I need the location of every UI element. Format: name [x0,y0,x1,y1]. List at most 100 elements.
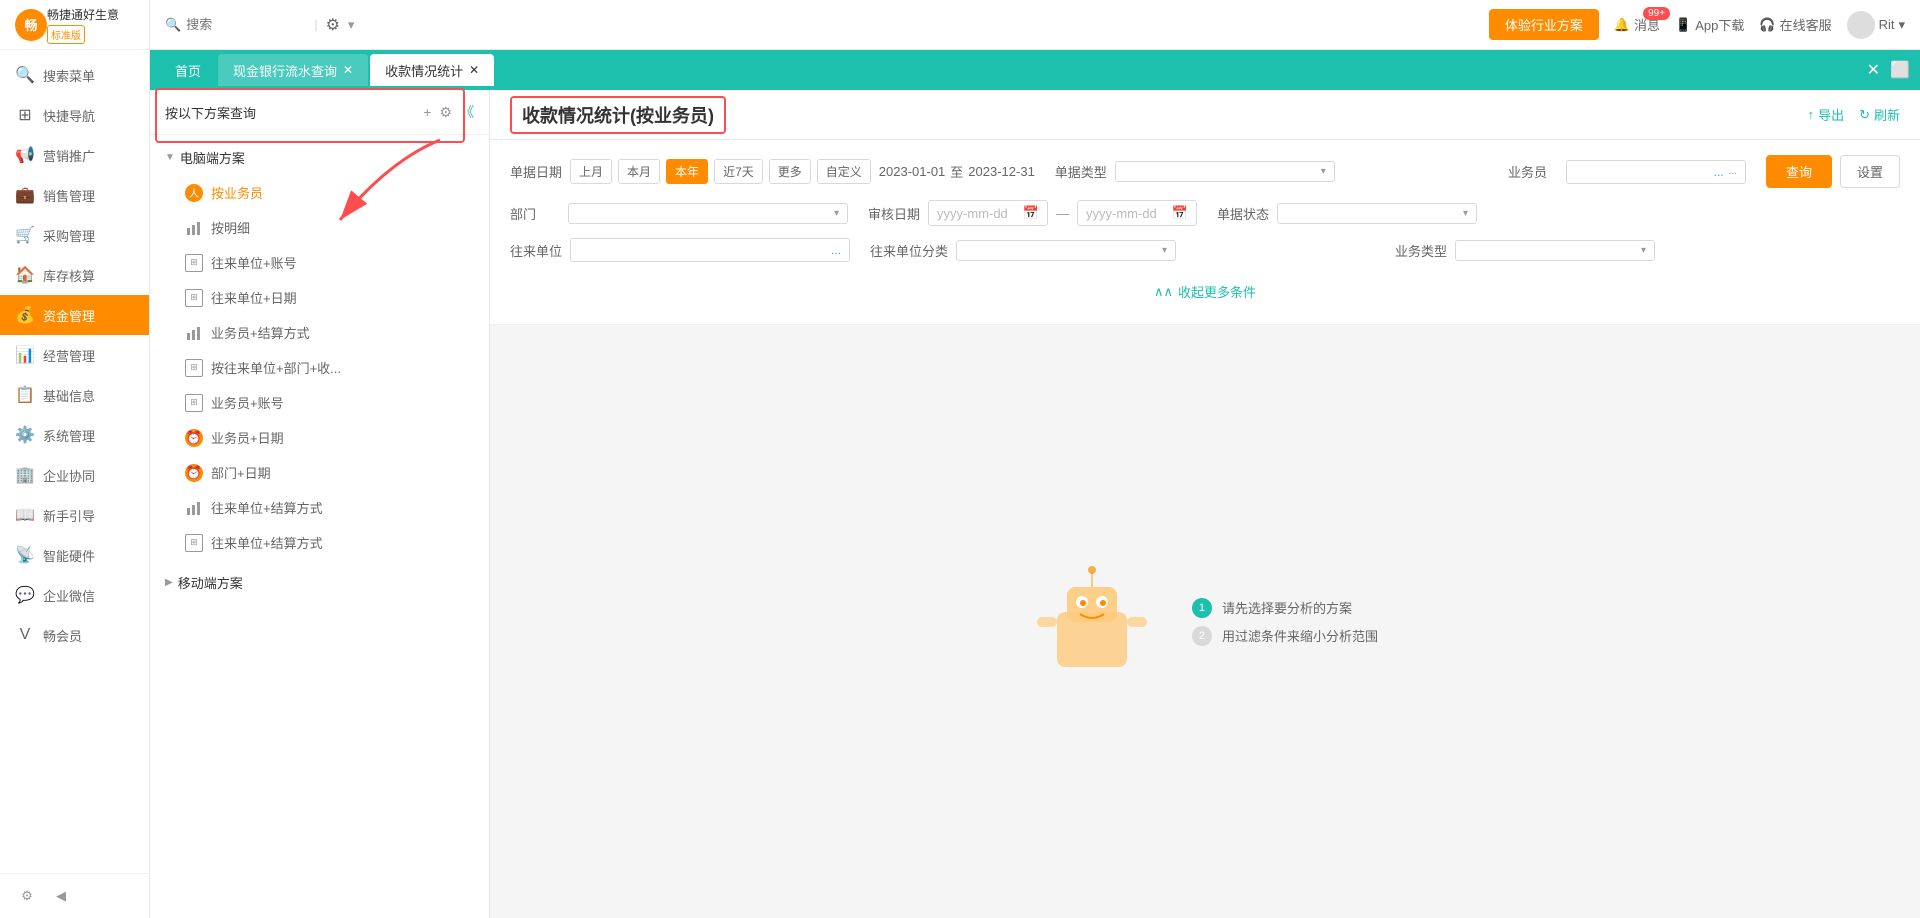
export-btn[interactable]: ↑ 导出 [1808,105,1845,124]
dept-dropdown[interactable]: ▾ [568,203,848,224]
date-btn-custom[interactable]: 自定义 [817,159,871,184]
topbar-gear-icon[interactable]: ⚙ [326,15,340,35]
sidebar-item-inventory[interactable]: 🏠 库存核算 [0,255,149,295]
biz-type-filter: 业务类型 ▾ [1395,240,1900,261]
scheme-item-salesman-date[interactable]: ⏰ 业务员+日期 [150,420,489,455]
scheme-item-unit-date[interactable]: ⊞ 往来单位+日期 [150,280,489,315]
mobile-scheme-group[interactable]: ▶ 移动端方案 [165,573,474,592]
sidebar-item-marketing[interactable]: 📢 营销推广 [0,135,149,175]
date-btn-this-year[interactable]: 本年 [666,159,708,184]
scheme-item-salesman-account[interactable]: ⊞ 业务员+账号 [150,385,489,420]
collapse-more-btn[interactable]: ∧∧ 收起更多条件 [510,274,1900,309]
date-btn-more[interactable]: 更多 [769,159,811,184]
add-scheme-btn[interactable]: + [423,104,431,120]
date-range-display: 2023-01-01 至 2023-12-31 [879,162,1035,181]
salesman-dropdown[interactable]: ... ... [1566,160,1746,184]
date-btn-7days[interactable]: 近7天 [714,159,763,184]
app-download-btn[interactable]: 📱 App下载 [1675,15,1744,34]
date-btn-this-month[interactable]: 本月 [618,159,660,184]
doc-type-filter: 单据类型 ▾ [1055,161,1488,182]
avatar [1847,11,1875,39]
scheme-item-unit-settlement1[interactable]: 往来单位+结算方式 [150,490,489,525]
scheme-item-by-detail[interactable]: 按明细 [150,210,489,245]
counterpart-more-btn[interactable]: ... [831,243,841,257]
sidebar-item-operation[interactable]: 📊 经营管理 [0,335,149,375]
counterpart-type-arrow: ▾ [1162,245,1167,256]
pc-group-arrow: ▼ [165,152,175,163]
doc-type-dropdown[interactable]: ▾ [1115,161,1335,182]
vip-icon: V [15,625,35,645]
scheme-item-unit-dept-receipt[interactable]: ⊞ 按往来单位+部门+收... [150,350,489,385]
sidebar-item-finance[interactable]: 💰 资金管理 [0,295,149,335]
scheme-item-dept-date[interactable]: ⏰ 部门+日期 [150,455,489,490]
operation-icon: 📊 [15,345,35,365]
enterprise-icon: 🏢 [15,465,35,485]
pc-scheme-section: ▼ 电脑端方案 人 按业务员 按明细 ⊞ 往来单位+账号 [150,135,489,565]
search-input[interactable] [186,17,306,32]
sidebar-item-search[interactable]: 🔍 搜索菜单 [0,55,149,95]
tab-close-all-icon[interactable]: ✕ [1867,60,1880,80]
scheme-dept-date-icon: ⏰ [185,464,203,482]
tab-home[interactable]: 首页 [160,54,216,86]
hardware-icon: 📡 [15,545,35,565]
empty-illustration [1032,562,1152,682]
tab-bank-flow[interactable]: 现金银行流水查询 ✕ [218,54,368,86]
scheme-settings-btn[interactable]: ⚙ [439,104,452,121]
salesman-more-btn[interactable]: ... [1714,165,1724,179]
sidebar-item-base-info[interactable]: 📋 基础信息 [0,375,149,415]
topbar-chevron-icon[interactable]: ▾ [348,17,355,33]
empty-step-2: 2 用过滤条件来缩小分析范围 [1192,626,1378,646]
notification-btn[interactable]: 🔔 消息 99+ [1614,15,1660,34]
sidebar-item-sales[interactable]: 💼 销售管理 [0,175,149,215]
salesman-arrow: ... [1729,166,1737,177]
scheme-salesman-date-icon: ⏰ [185,429,203,447]
doc-status-dropdown[interactable]: ▾ [1277,203,1477,224]
counterpart-dropdown[interactable]: ... [570,238,850,262]
sidebar-item-quick-nav[interactable]: ⊞ 快捷导航 [0,95,149,135]
sidebar-item-hardware[interactable]: 📡 智能硬件 [0,535,149,575]
collapse-panel-btn[interactable]: 《 [460,102,474,122]
filter-row-1: 单据日期 上月 本月 本年 近7天 更多 自定义 2023-01-01 至 [510,155,1900,188]
tab-receipt-stats-close[interactable]: ✕ [469,63,479,77]
inventory-icon: 🏠 [15,265,35,285]
trial-btn[interactable]: 体验行业方案 [1489,9,1599,40]
mobile-icon: 📱 [1675,17,1691,33]
biz-type-dropdown[interactable]: ▾ [1455,240,1655,261]
sidebar-item-guide[interactable]: 📖 新手引导 [0,495,149,535]
review-date-start[interactable]: yyyy-mm-dd 📅 [928,200,1048,226]
sidebar-item-system[interactable]: ⚙️ 系统管理 [0,415,149,455]
step-2-num: 2 [1192,626,1212,646]
scheme-item-unit-account[interactable]: ⊞ 往来单位+账号 [150,245,489,280]
scheme-item-by-salesman[interactable]: 人 按业务员 [150,175,489,210]
sidebar-item-wechat[interactable]: 💬 企业微信 [0,575,149,615]
pc-scheme-group[interactable]: ▼ 电脑端方案 [150,140,489,175]
date-filter: 单据日期 上月 本月 本年 近7天 更多 自定义 2023-01-01 至 [510,159,1035,184]
date-btn-last-month[interactable]: 上月 [570,159,612,184]
sidebar-item-enterprise[interactable]: 🏢 企业协同 [0,455,149,495]
counterpart-type-dropdown[interactable]: ▾ [956,240,1176,261]
review-date-end[interactable]: yyyy-mm-dd 📅 [1077,200,1197,226]
online-service-btn[interactable]: 🎧 在线客服 [1759,15,1831,34]
dept-filter: 部门 ▾ [510,203,848,224]
scheme-salesman-settlement-icon [185,324,203,342]
sidebar-item-vip[interactable]: V 畅会员 [0,615,149,655]
finance-icon: 💰 [15,305,35,325]
topbar-right: 体验行业方案 🔔 消息 99+ 📱 App下载 🎧 在线客服 Rit ▾ [1489,9,1905,40]
sidebar-item-purchase[interactable]: 🛒 采购管理 [0,215,149,255]
tab-receipt-stats[interactable]: 收款情况统计 ✕ [370,54,494,86]
data-area: 1 请先选择要分析的方案 2 用过滤条件来缩小分析范围 [490,325,1920,918]
date-selector: 上月 本月 本年 近7天 更多 自定义 [570,159,871,184]
collapse-sidebar-icon[interactable]: ◀ [49,884,73,908]
scheme-item-salesman-settlement[interactable]: 业务员+结算方式 [150,315,489,350]
scheme-item-unit-settlement2[interactable]: ⊞ 往来单位+结算方式 [150,525,489,560]
tab-bank-flow-close[interactable]: ✕ [343,63,353,77]
tab-maximize-icon[interactable]: ⬜ [1890,60,1910,80]
filter-settings-btn[interactable]: 设置 [1840,155,1900,188]
user-menu[interactable]: Rit ▾ [1847,11,1905,39]
query-btn[interactable]: 查询 [1766,155,1832,188]
settings-footer-icon[interactable]: ⚙ [15,884,39,908]
refresh-btn[interactable]: ↻ 刷新 [1859,105,1900,124]
sidebar-logo: 畅 畅捷通好生意 标准版 [0,0,149,50]
biz-type-arrow: ▾ [1641,245,1646,256]
right-panel: 收款情况统计(按业务员) ↑ 导出 ↻ 刷新 [490,90,1920,918]
